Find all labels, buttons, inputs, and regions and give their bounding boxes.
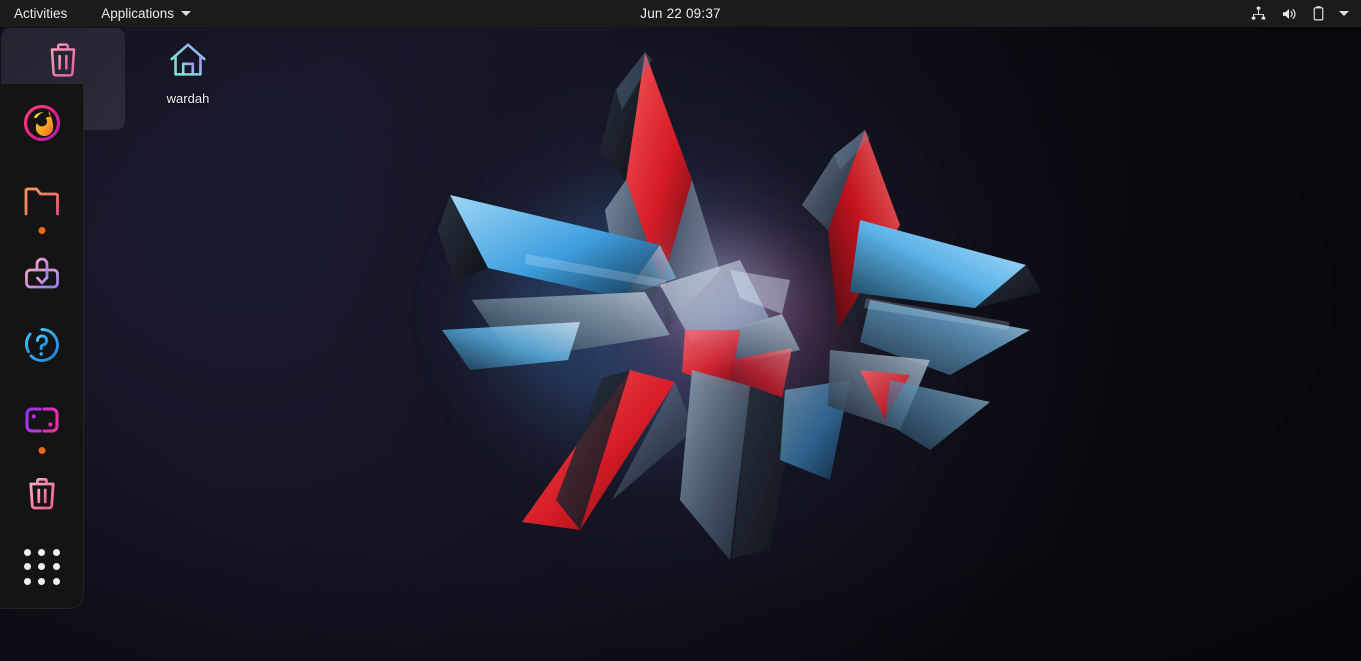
boxes-icon [18,397,66,454]
battery-icon[interactable] [1311,5,1326,22]
activities-label: Activities [14,6,68,21]
clock-area: Jun 22 09:37 [0,0,1361,27]
software-install-icon [18,249,66,297]
dock-item-software[interactable] [0,241,83,305]
clock-label[interactable]: Jun 22 09:37 [640,6,720,21]
chevron-down-icon [181,11,192,16]
firefox-icon [18,99,66,147]
trash-icon [18,469,66,517]
network-wired-icon[interactable] [1250,5,1267,22]
wallpaper-crystal-artwork [430,30,1050,590]
desktop-icon-label: wardah [166,91,210,106]
app-grid-icon [23,548,61,586]
running-indicator [38,447,46,454]
system-menu-caret-icon[interactable] [1339,11,1349,16]
applications-menu-button[interactable]: Applications [91,0,201,27]
dock-item-show-applications[interactable] [0,535,83,599]
folder-icon [18,177,66,234]
dock [0,84,84,609]
dock-item-boxes[interactable] [0,389,83,454]
top-bar: Activities Applications Jun 22 09:37 [0,0,1361,27]
desktop-icon-home[interactable]: wardah [126,28,250,130]
desktop-screen: Trash wardah [0,0,1361,661]
dock-item-files[interactable] [0,169,83,234]
running-indicator [38,227,46,234]
dock-item-trash[interactable] [0,461,83,525]
volume-icon[interactable] [1280,5,1298,23]
dock-item-firefox[interactable] [0,91,83,155]
home-icon [165,37,211,86]
trash-icon [40,37,86,86]
applications-label: Applications [101,6,175,21]
help-question-icon [18,321,66,369]
dock-item-help[interactable] [0,313,83,377]
activities-button[interactable]: Activities [4,0,77,27]
system-tray[interactable] [1250,0,1355,27]
